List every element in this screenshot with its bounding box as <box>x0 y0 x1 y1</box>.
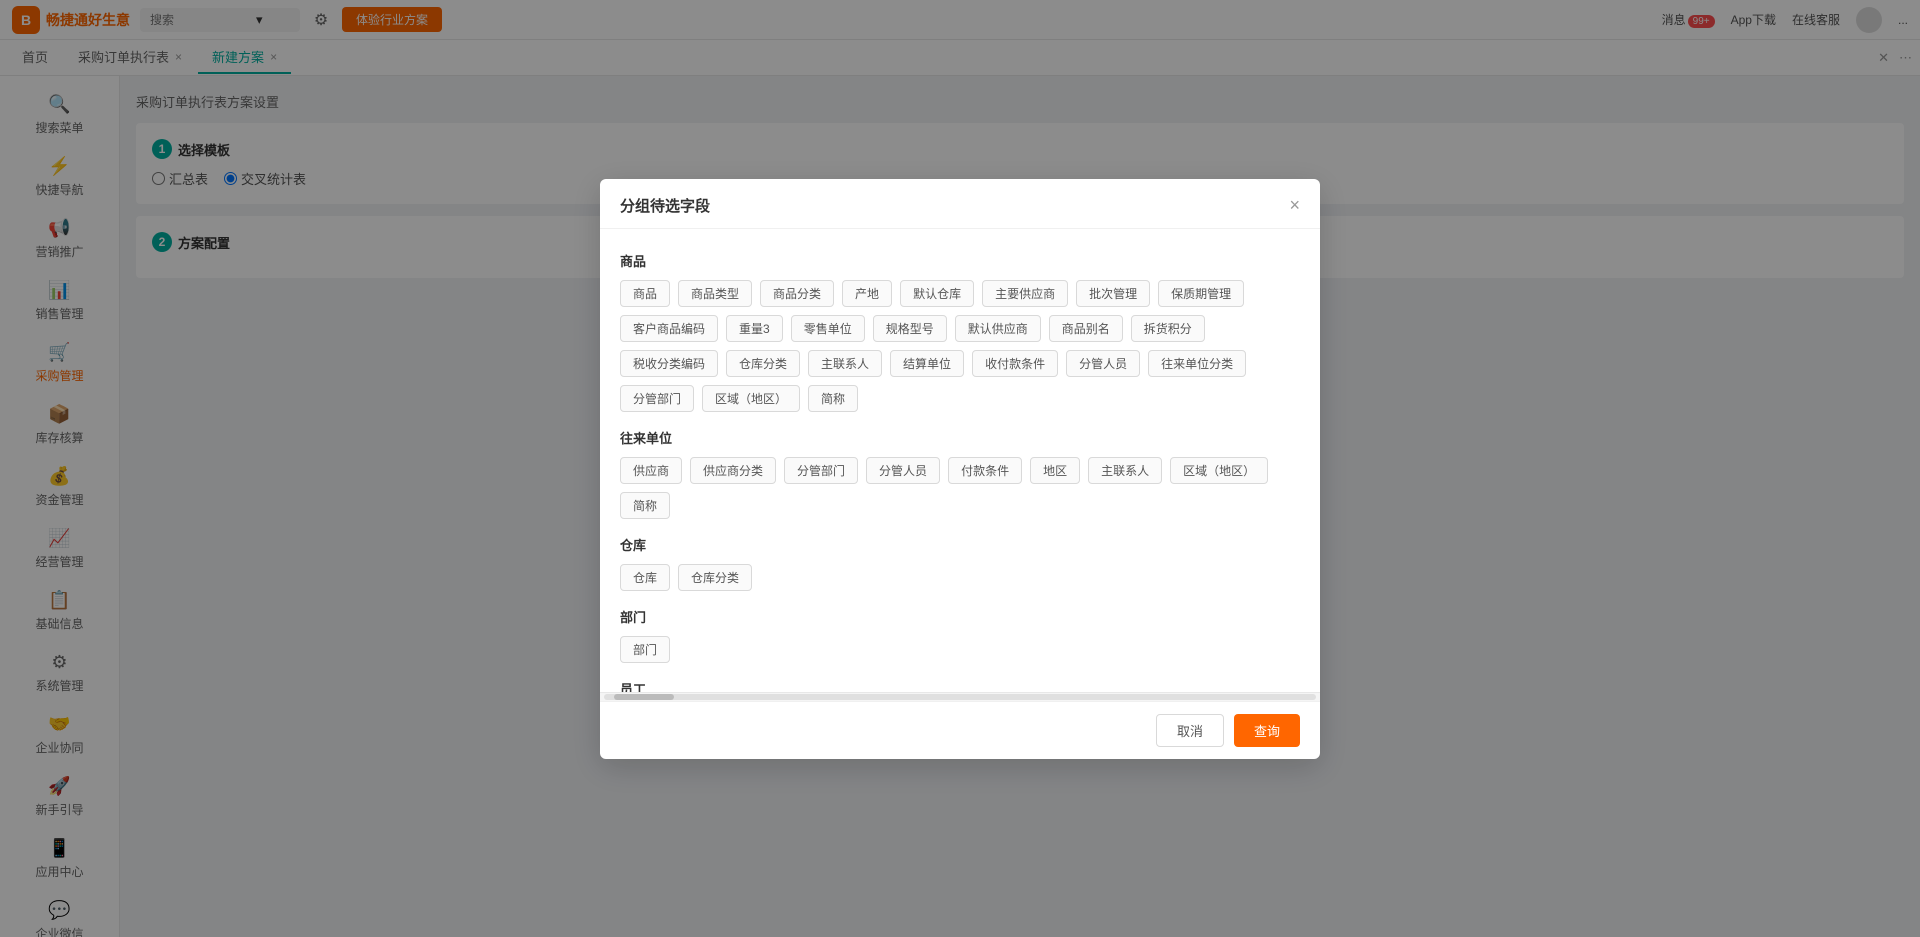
dialog-hscroll[interactable] <box>600 692 1320 701</box>
field-tag-goods-2[interactable]: 商品分类 <box>760 280 834 307</box>
field-tag-partner-2[interactable]: 分管部门 <box>784 457 858 484</box>
cancel-button[interactable]: 取消 <box>1156 714 1224 747</box>
field-section-dept: 部门 <box>620 607 1300 626</box>
field-tag-dept-0[interactable]: 部门 <box>620 636 670 663</box>
field-tag-goods-15[interactable]: 税收分类编码 <box>620 350 718 377</box>
field-tag-goods-22[interactable]: 分管部门 <box>620 385 694 412</box>
field-tag-partner-3[interactable]: 分管人员 <box>866 457 940 484</box>
field-grid-partner: 供应商 供应商分类 分管部门 分管人员 付款条件 地区 主联系人 区域（地区） … <box>620 457 1300 519</box>
field-tag-goods-10[interactable]: 零售单位 <box>791 315 865 342</box>
field-tag-goods-19[interactable]: 收付款条件 <box>972 350 1058 377</box>
field-tag-goods-14[interactable]: 拆货积分 <box>1131 315 1205 342</box>
field-tag-partner-4[interactable]: 付款条件 <box>948 457 1022 484</box>
field-tag-goods-11[interactable]: 规格型号 <box>873 315 947 342</box>
field-tag-goods-9[interactable]: 重量3 <box>726 315 783 342</box>
field-tag-warehouse-0[interactable]: 仓库 <box>620 564 670 591</box>
field-tag-partner-6[interactable]: 主联系人 <box>1088 457 1162 484</box>
dialog-header: 分组待选字段 × <box>600 179 1320 229</box>
field-grid-dept: 部门 <box>620 636 1300 663</box>
field-section-goods: 商品 <box>620 251 1300 270</box>
field-tag-partner-8[interactable]: 简称 <box>620 492 670 519</box>
field-tag-goods-12[interactable]: 默认供应商 <box>955 315 1041 342</box>
dialog-footer: 取消 查询 <box>600 701 1320 759</box>
field-tag-goods-16[interactable]: 仓库分类 <box>726 350 800 377</box>
field-tag-goods-5[interactable]: 主要供应商 <box>982 280 1068 307</box>
field-grid-warehouse: 仓库 仓库分类 <box>620 564 1300 591</box>
confirm-button[interactable]: 查询 <box>1234 714 1300 747</box>
field-tag-partner-5[interactable]: 地区 <box>1030 457 1080 484</box>
field-tag-goods-24[interactable]: 简称 <box>808 385 858 412</box>
field-select-dialog: 分组待选字段 × 商品 商品 商品类型 商品分类 产地 默认仓库 主要供应商 批… <box>600 179 1320 759</box>
dialog-body: 商品 商品 商品类型 商品分类 产地 默认仓库 主要供应商 批次管理 保质期管理… <box>600 229 1320 692</box>
field-grid-goods: 商品 商品类型 商品分类 产地 默认仓库 主要供应商 批次管理 保质期管理 客户… <box>620 280 1300 412</box>
dialog-title: 分组待选字段 <box>620 195 710 216</box>
field-section-partner: 往来单位 <box>620 428 1300 447</box>
dialog-close-button[interactable]: × <box>1289 196 1300 214</box>
field-section-warehouse: 仓库 <box>620 535 1300 554</box>
field-tag-goods-13[interactable]: 商品别名 <box>1049 315 1123 342</box>
field-tag-goods-18[interactable]: 结算单位 <box>890 350 964 377</box>
field-tag-partner-1[interactable]: 供应商分类 <box>690 457 776 484</box>
field-tag-partner-7[interactable]: 区域（地区） <box>1170 457 1268 484</box>
field-tag-goods-4[interactable]: 默认仓库 <box>900 280 974 307</box>
field-tag-goods-7[interactable]: 保质期管理 <box>1158 280 1244 307</box>
field-tag-goods-23[interactable]: 区域（地区） <box>702 385 800 412</box>
field-tag-goods-1[interactable]: 商品类型 <box>678 280 752 307</box>
field-tag-goods-20[interactable]: 分管人员 <box>1066 350 1140 377</box>
dialog-overlay: 分组待选字段 × 商品 商品 商品类型 商品分类 产地 默认仓库 主要供应商 批… <box>0 0 1920 937</box>
field-section-employee: 员工 <box>620 679 1300 692</box>
field-tag-goods-17[interactable]: 主联系人 <box>808 350 882 377</box>
field-tag-goods-6[interactable]: 批次管理 <box>1076 280 1150 307</box>
field-tag-goods-3[interactable]: 产地 <box>842 280 892 307</box>
field-tag-goods-8[interactable]: 客户商品编码 <box>620 315 718 342</box>
hscroll-thumb[interactable] <box>614 694 674 700</box>
hscroll-track <box>604 694 1316 700</box>
field-tag-goods-21[interactable]: 往来单位分类 <box>1148 350 1246 377</box>
field-tag-warehouse-1[interactable]: 仓库分类 <box>678 564 752 591</box>
field-tag-partner-0[interactable]: 供应商 <box>620 457 682 484</box>
field-tag-goods-0[interactable]: 商品 <box>620 280 670 307</box>
